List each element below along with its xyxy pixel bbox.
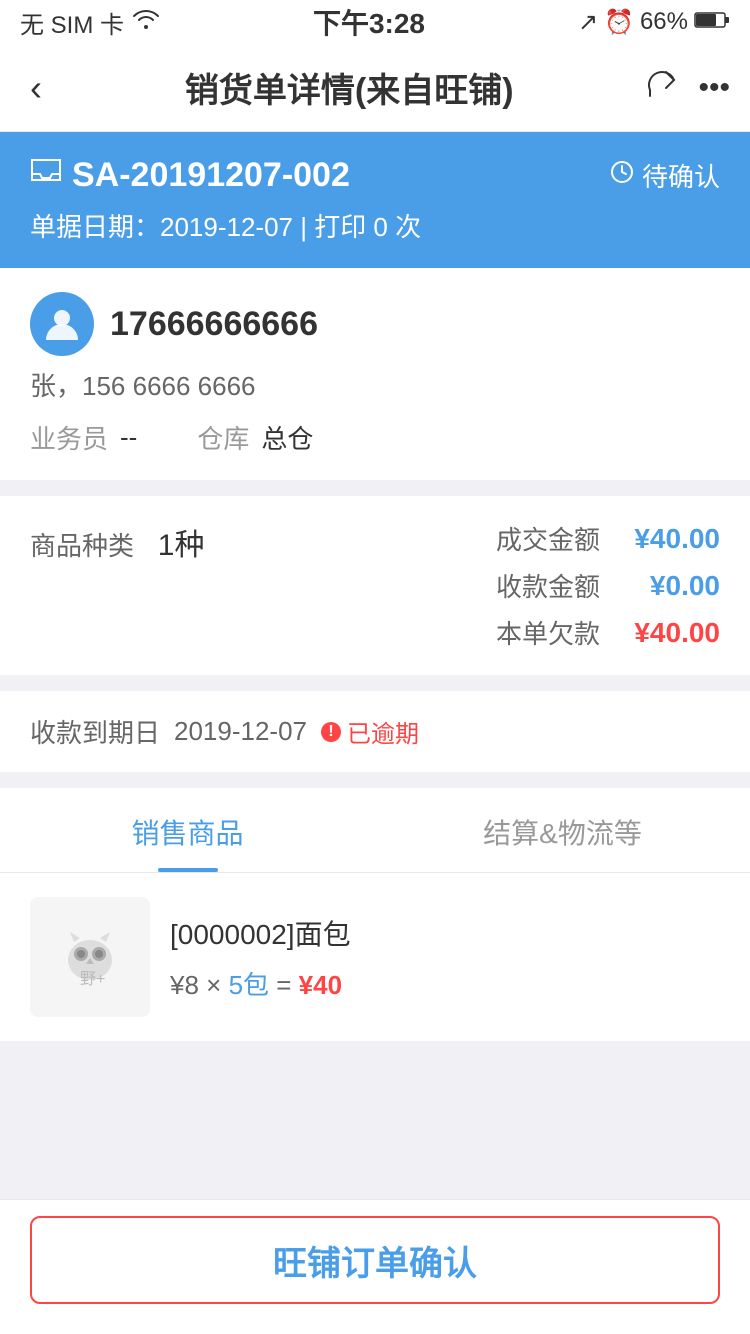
product-name: [0000002]面包 bbox=[170, 913, 720, 953]
order-header: SA-20191207-002 待确认 单据日期：2019-12-07 | 打印… bbox=[0, 132, 750, 268]
product-qty: 5包 bbox=[229, 970, 269, 1000]
status-text: 待确认 bbox=[642, 157, 720, 194]
order-id-text: SA-20191207-002 bbox=[72, 156, 350, 195]
status-left: 无 SIM 卡 bbox=[20, 5, 160, 40]
due-section: 收款到期日 2019-12-07 ! 已逾期 bbox=[0, 691, 750, 772]
order-status: 待确认 bbox=[610, 157, 720, 194]
customer-avatar bbox=[30, 292, 94, 356]
nav-actions: ••• bbox=[646, 68, 730, 108]
salesperson-label: 业务员 bbox=[30, 419, 108, 456]
product-logo-icon: 野+ bbox=[50, 922, 130, 992]
amount-label: 成交金额 bbox=[496, 520, 600, 557]
summary-section: 商品种类 1种 成交金额 ¥40.00 收款金额 ¥0.00 本单欠款 ¥40.… bbox=[0, 496, 750, 675]
customer-section: 17666666666 张，156 6666 6666 业务员 -- 仓库 总仓 bbox=[0, 268, 750, 480]
customer-meta: 业务员 -- 仓库 总仓 bbox=[30, 419, 720, 456]
page-title: 销货单详情(来自旺铺) bbox=[52, 63, 646, 112]
svg-text:野+: 野+ bbox=[80, 970, 105, 988]
product-price: ¥8 × 5包 = ¥40 bbox=[170, 965, 720, 1002]
order-id-container: SA-20191207-002 bbox=[30, 156, 350, 195]
product-image: 野+ bbox=[30, 897, 150, 1017]
battery-icon bbox=[694, 8, 730, 36]
bottom-bar: 旺铺订单确认 bbox=[0, 1199, 750, 1334]
debt-label: 本单欠款 bbox=[496, 614, 600, 651]
debt-value: ¥40.00 bbox=[620, 617, 720, 649]
salesperson-value: -- bbox=[120, 422, 137, 453]
battery-text: 66% bbox=[640, 8, 688, 36]
product-item: 野+ [0000002]面包 ¥8 × 5包 = ¥40 bbox=[0, 873, 750, 1041]
customer-phone: 17666666666 bbox=[110, 305, 318, 344]
due-date: 2019-12-07 bbox=[174, 716, 307, 747]
product-total: ¥40 bbox=[299, 970, 342, 1000]
received-label: 收款金额 bbox=[496, 567, 600, 604]
wifi-icon bbox=[132, 8, 160, 36]
summary-left: 商品种类 1种 bbox=[30, 520, 204, 564]
status-time: 下午3:28 bbox=[313, 2, 425, 42]
nav-bar: ‹ 销货单详情(来自旺铺) ••• bbox=[0, 44, 750, 132]
tab-products[interactable]: 销售商品 bbox=[0, 788, 375, 872]
confirm-order-button[interactable]: 旺铺订单确认 bbox=[30, 1216, 720, 1304]
products-section: 野+ [0000002]面包 ¥8 × 5包 = ¥40 bbox=[0, 873, 750, 1041]
share-icon[interactable] bbox=[646, 68, 678, 108]
amount-value: ¥40.00 bbox=[620, 523, 720, 555]
price-formula: ¥8 × bbox=[170, 970, 229, 1000]
carrier-text: 无 SIM 卡 bbox=[20, 5, 124, 40]
inbox-icon bbox=[30, 156, 62, 195]
warehouse-value: 总仓 bbox=[261, 419, 313, 456]
overdue-badge: ! 已逾期 bbox=[321, 714, 419, 749]
summary-right: 成交金额 ¥40.00 收款金额 ¥0.00 本单欠款 ¥40.00 bbox=[496, 520, 720, 651]
status-bar: 无 SIM 卡 下午3:28 ↗ ⏰ 66% bbox=[0, 0, 750, 44]
location-icon: ↗ bbox=[578, 8, 598, 37]
back-button[interactable]: ‹ bbox=[20, 57, 52, 119]
order-date: 单据日期：2019-12-07 | 打印 0 次 bbox=[30, 207, 720, 244]
overdue-dot-icon: ! bbox=[321, 722, 341, 742]
type-label: 商品种类 bbox=[30, 531, 134, 561]
warehouse-label: 仓库 bbox=[197, 419, 249, 456]
tabs-section: 销售商品 结算&物流等 bbox=[0, 788, 750, 1041]
tabs-container: 销售商品 结算&物流等 bbox=[0, 788, 750, 873]
clock-icon bbox=[610, 160, 634, 191]
status-right: ↗ ⏰ 66% bbox=[578, 8, 730, 37]
type-value: 1种 bbox=[158, 529, 205, 562]
alarm-icon: ⏰ bbox=[604, 8, 634, 37]
due-label: 收款到期日 bbox=[30, 713, 160, 750]
received-value: ¥0.00 bbox=[620, 570, 720, 602]
overdue-text: 已逾期 bbox=[347, 714, 419, 749]
tab-settlement[interactable]: 结算&物流等 bbox=[375, 788, 750, 872]
product-info: [0000002]面包 ¥8 × 5包 = ¥40 bbox=[170, 913, 720, 1002]
customer-name: 张，156 6666 6666 bbox=[30, 366, 720, 403]
price-equals: = bbox=[269, 970, 299, 1000]
more-icon[interactable]: ••• bbox=[698, 71, 730, 105]
